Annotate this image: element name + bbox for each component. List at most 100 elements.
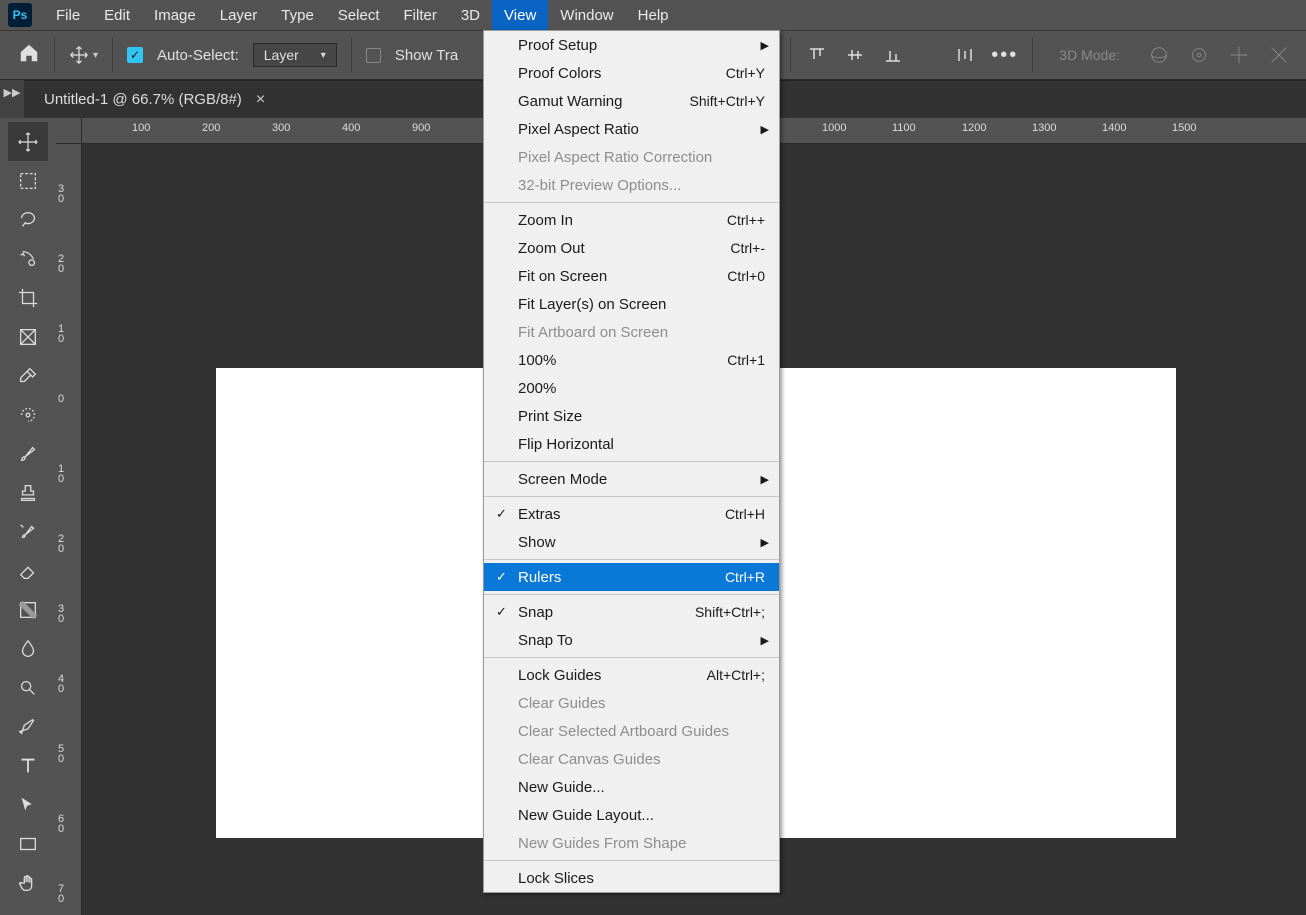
- menu-item-flip-horizontal[interactable]: Flip Horizontal: [484, 430, 779, 458]
- menu-item-zoom-out[interactable]: Zoom OutCtrl+-: [484, 234, 779, 262]
- ruler-v-tick: 50: [58, 744, 80, 764]
- tool-marquee[interactable]: [8, 161, 48, 200]
- menu-item-fit-layer-s-on-screen[interactable]: Fit Layer(s) on Screen: [484, 290, 779, 318]
- menu-view[interactable]: View: [492, 0, 548, 30]
- scale-3d-icon[interactable]: [1268, 44, 1290, 66]
- align-bottom-icon[interactable]: [881, 43, 905, 67]
- tool-lasso[interactable]: [8, 200, 48, 239]
- menu-item-proof-colors[interactable]: Proof ColorsCtrl+Y: [484, 59, 779, 87]
- ruler-vertical[interactable]: 302010010203040506070: [56, 144, 82, 915]
- show-transform-checkbox[interactable]: [366, 48, 381, 63]
- menu-item-32-bit-preview-options: 32-bit Preview Options...: [484, 171, 779, 199]
- menu-separator: [484, 594, 779, 595]
- menu-item-pixel-aspect-ratio[interactable]: Pixel Aspect Ratio▶: [484, 115, 779, 143]
- tool-frame[interactable]: [8, 317, 48, 356]
- menu-item-snap[interactable]: ✓SnapShift+Ctrl+;: [484, 598, 779, 626]
- menu-item-new-guide-layout[interactable]: New Guide Layout...: [484, 801, 779, 829]
- menu-separator: [484, 202, 779, 203]
- ruler-h-tick: 1300: [1032, 122, 1056, 134]
- menu-item-show[interactable]: Show▶: [484, 528, 779, 556]
- ruler-h-tick: 200: [202, 122, 220, 134]
- tool-quick-select[interactable]: [8, 239, 48, 278]
- expand-panels-icon[interactable]: ▶▶: [0, 80, 24, 118]
- tool-patch[interactable]: [8, 395, 48, 434]
- tool-rectangle[interactable]: [8, 824, 48, 863]
- ruler-h-tick: 100: [132, 122, 150, 134]
- ruler-v-tick: 10: [58, 324, 80, 344]
- menu-layer[interactable]: Layer: [208, 0, 270, 30]
- tools-panel: [0, 118, 56, 915]
- target-icon[interactable]: [1188, 44, 1210, 66]
- menu-item-print-size[interactable]: Print Size: [484, 402, 779, 430]
- menu-item-gamut-warning[interactable]: Gamut WarningShift+Ctrl+Y: [484, 87, 779, 115]
- menu-item-200[interactable]: 200%: [484, 374, 779, 402]
- more-options-icon[interactable]: •••: [991, 44, 1018, 67]
- menu-item-proof-setup[interactable]: Proof Setup▶: [484, 31, 779, 59]
- tool-eyedrop[interactable]: [8, 356, 48, 395]
- ruler-v-tick: 0: [58, 394, 80, 404]
- menu-item-new-guide[interactable]: New Guide...: [484, 773, 779, 801]
- auto-select-checkbox[interactable]: ✓: [127, 47, 143, 63]
- show-transform-label: Show Tra: [395, 47, 458, 64]
- menu-file[interactable]: File: [44, 0, 92, 30]
- menu-edit[interactable]: Edit: [92, 0, 142, 30]
- menu-window[interactable]: Window: [548, 0, 625, 30]
- menu-item-lock-guides[interactable]: Lock GuidesAlt+Ctrl+;: [484, 661, 779, 689]
- document-tab[interactable]: Untitled-1 @ 66.7% (RGB/8#) ×: [24, 81, 279, 118]
- tool-dodge[interactable]: [8, 668, 48, 707]
- view-menu-dropdown: Proof Setup▶Proof ColorsCtrl+YGamut Warn…: [483, 30, 780, 893]
- menu-item-fit-on-screen[interactable]: Fit on ScreenCtrl+0: [484, 262, 779, 290]
- pan-3d-icon[interactable]: [1228, 44, 1250, 66]
- menubar: Ps FileEditImageLayerTypeSelectFilter3DV…: [0, 0, 1306, 30]
- menu-type[interactable]: Type: [269, 0, 326, 30]
- divider: [54, 38, 55, 72]
- menu-3d[interactable]: 3D: [449, 0, 492, 30]
- ruler-corner: [56, 118, 82, 144]
- menu-image[interactable]: Image: [142, 0, 208, 30]
- home-icon[interactable]: [18, 42, 40, 68]
- tool-path-select[interactable]: [8, 785, 48, 824]
- ruler-h-tick: 1400: [1102, 122, 1126, 134]
- menu-item-zoom-in[interactable]: Zoom InCtrl++: [484, 206, 779, 234]
- menu-separator: [484, 496, 779, 497]
- ruler-h-tick: 300: [272, 122, 290, 134]
- mode-3d-label: 3D Mode:: [1059, 47, 1120, 63]
- tool-eraser[interactable]: [8, 551, 48, 590]
- tool-hand[interactable]: [8, 863, 48, 902]
- menu-item-rulers[interactable]: ✓RulersCtrl+R: [484, 563, 779, 591]
- menu-separator: [484, 860, 779, 861]
- auto-select-label: Auto-Select:: [157, 47, 239, 64]
- tool-stamp[interactable]: [8, 473, 48, 512]
- layer-dropdown[interactable]: Layer▾: [253, 43, 337, 67]
- menu-filter[interactable]: Filter: [392, 0, 449, 30]
- menu-item-extras[interactable]: ✓ExtrasCtrl+H: [484, 500, 779, 528]
- menu-item-fit-artboard-on-screen: Fit Artboard on Screen: [484, 318, 779, 346]
- menu-item-100[interactable]: 100%Ctrl+1: [484, 346, 779, 374]
- tool-blur[interactable]: [8, 629, 48, 668]
- menu-item-screen-mode[interactable]: Screen Mode▶: [484, 465, 779, 493]
- tool-gradient[interactable]: [8, 590, 48, 629]
- tool-brush[interactable]: [8, 434, 48, 473]
- ruler-v-tick: 20: [58, 534, 80, 554]
- menu-item-snap-to[interactable]: Snap To▶: [484, 626, 779, 654]
- ruler-h-tick: 1200: [962, 122, 986, 134]
- ruler-v-tick: 10: [58, 464, 80, 484]
- menu-select[interactable]: Select: [326, 0, 392, 30]
- ruler-v-tick: 60: [58, 814, 80, 834]
- ruler-h-tick: 1100: [892, 122, 916, 134]
- tool-crop[interactable]: [8, 278, 48, 317]
- tool-history-brush[interactable]: [8, 512, 48, 551]
- align-vcenter-icon[interactable]: [843, 43, 867, 67]
- app-logo: Ps: [8, 3, 32, 27]
- close-tab-icon[interactable]: ×: [256, 91, 265, 109]
- menu-help[interactable]: Help: [626, 0, 681, 30]
- divider: [1032, 38, 1033, 72]
- menu-item-lock-slices[interactable]: Lock Slices: [484, 864, 779, 892]
- move-tool-icon[interactable]: ▾: [69, 45, 98, 65]
- orbit-icon[interactable]: [1148, 44, 1170, 66]
- tool-pen[interactable]: [8, 707, 48, 746]
- tool-move[interactable]: [8, 122, 48, 161]
- align-top-icon[interactable]: [805, 43, 829, 67]
- align-dist-icon[interactable]: [953, 43, 977, 67]
- tool-type[interactable]: [8, 746, 48, 785]
